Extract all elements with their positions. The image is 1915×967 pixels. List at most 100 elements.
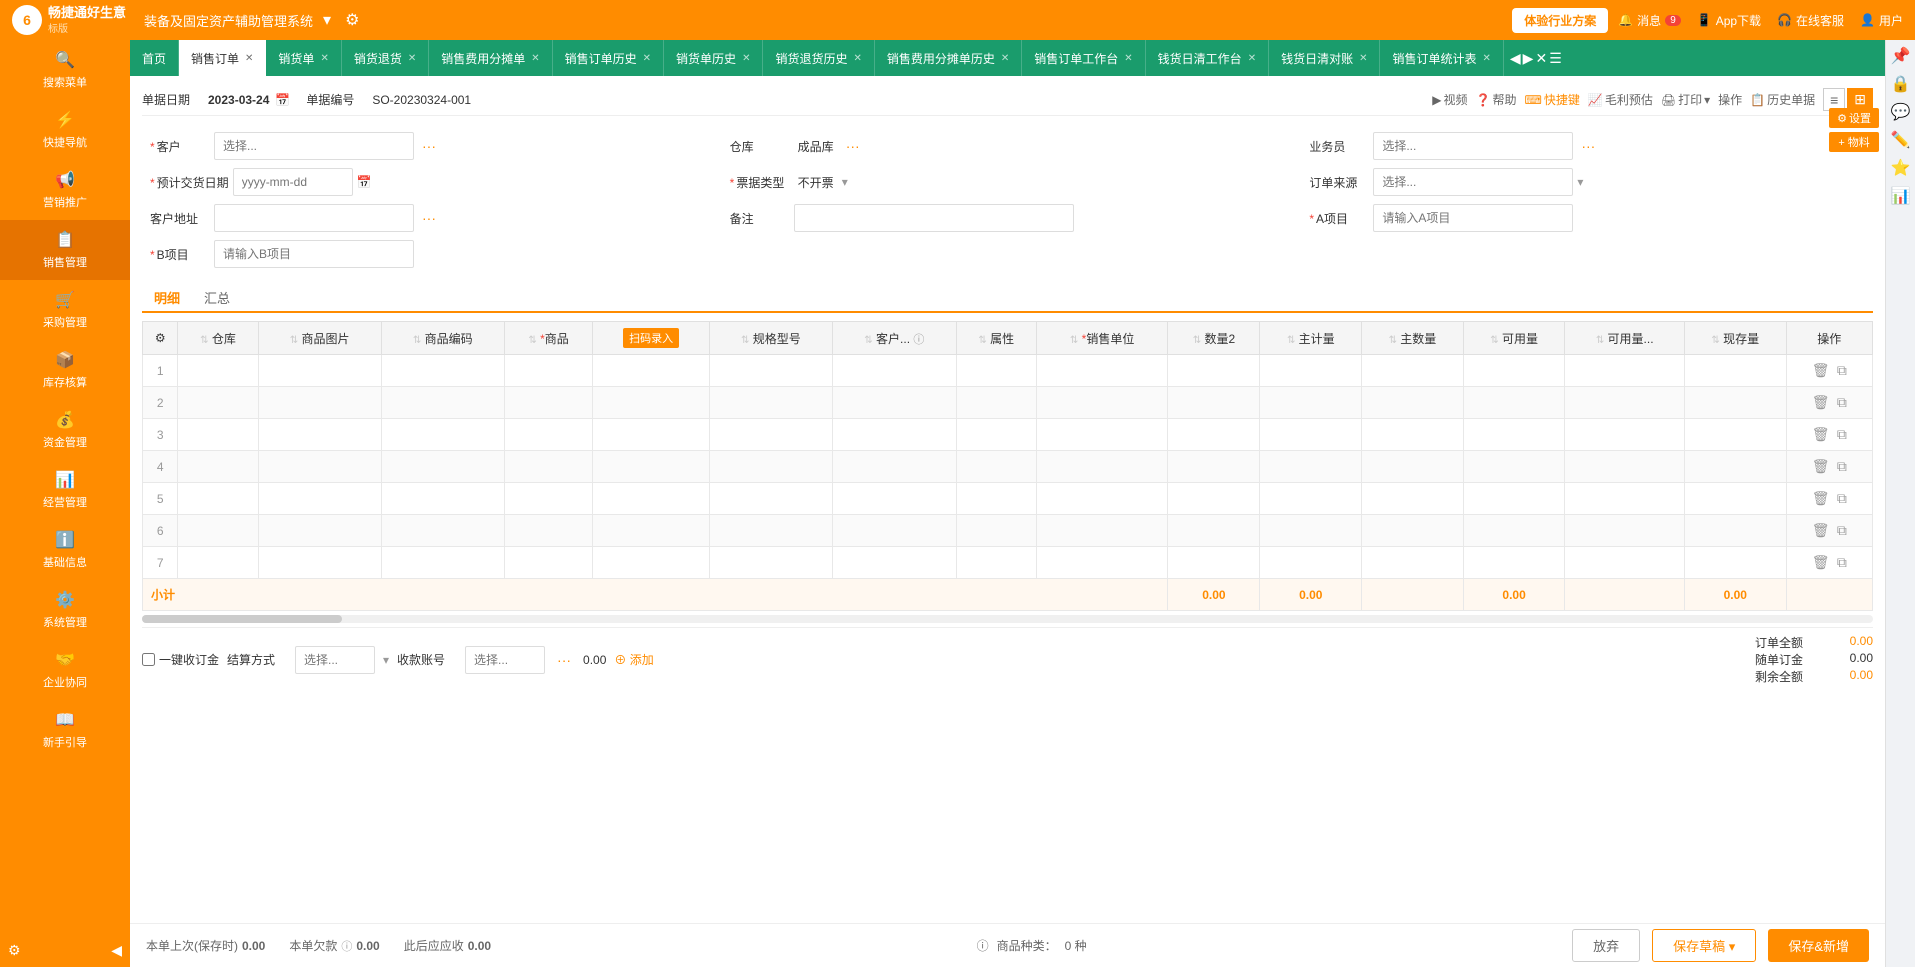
row-delete-button[interactable]: 🗑 <box>1810 424 1832 445</box>
account-input[interactable] <box>465 646 545 674</box>
sidebar-item-6[interactable]: 💰资金管理 <box>0 400 130 460</box>
help-button[interactable]: ❓ 帮助 <box>1476 91 1517 108</box>
tab-close-icon[interactable]: ✕ <box>853 53 861 64</box>
horizontal-scrollbar[interactable] <box>142 615 1873 623</box>
sidebar-item-1[interactable]: ⚡快捷导航 <box>0 100 130 160</box>
sidebar-item-2[interactable]: 📢营销推广 <box>0 160 130 220</box>
nav-tab-7[interactable]: 销货退货历史✕ <box>763 40 874 76</box>
tab-close-icon[interactable]: ✕ <box>245 53 253 64</box>
right-icon-3[interactable]: 💬 <box>1891 102 1911 122</box>
right-icon-6[interactable]: 📊 <box>1891 186 1911 206</box>
nav-tab-2[interactable]: 销货单✕ <box>266 40 341 76</box>
calendar-icon[interactable]: 📅 <box>275 93 290 107</box>
add-button[interactable]: ⊕ 添加 <box>614 651 653 668</box>
sidebar-item-0[interactable]: 🔍搜索菜单 <box>0 40 130 100</box>
sidebar-item-10[interactable]: 🤝企业协同 <box>0 640 130 700</box>
tab-menu-icon[interactable]: ☰ <box>1549 50 1562 67</box>
collapse-icon[interactable]: ◀ <box>111 942 122 959</box>
customer-dots-button[interactable]: ··· <box>418 138 440 154</box>
nav-tab-8[interactable]: 销售费用分摊单历史✕ <box>875 40 1022 76</box>
sidebar-item-4[interactable]: 🛒采购管理 <box>0 280 130 340</box>
nav-tab-0[interactable]: 首页 <box>130 40 179 76</box>
app-download-button[interactable]: 📱 App下载 <box>1697 12 1761 29</box>
scan-button[interactable]: 扫码录入 <box>623 328 679 348</box>
row-delete-button[interactable]: 🗑 <box>1810 392 1832 413</box>
settle-dropdown-icon[interactable]: ▾ <box>383 653 389 667</box>
order-source-input[interactable] <box>1373 168 1573 196</box>
notification-button[interactable]: 🔔 消息 9 <box>1618 12 1681 29</box>
row-copy-button[interactable]: ⧉ <box>1835 520 1849 541</box>
tab-close-all[interactable]: ✕ <box>1535 50 1547 67</box>
sidebar-item-8[interactable]: ℹ️基础信息 <box>0 520 130 580</box>
sidebar-item-3[interactable]: 📋销售管理 <box>0 220 130 280</box>
settings-button[interactable]: ⚙ 设置 <box>1829 108 1879 128</box>
row-delete-button[interactable]: 🗑 <box>1810 488 1832 509</box>
add-material-button[interactable]: + 物料 <box>1829 132 1879 152</box>
tab-close-icon[interactable]: ✕ <box>1248 53 1256 64</box>
print-button[interactable]: 🖨 打印 ▾ <box>1661 91 1710 108</box>
industry-solution-button[interactable]: 体验行业方案 <box>1512 8 1608 33</box>
settle-method-input[interactable] <box>295 646 375 674</box>
tab-close-icon[interactable]: ✕ <box>1483 53 1491 64</box>
tab-close-icon[interactable]: ✕ <box>643 53 651 64</box>
nav-tab-9[interactable]: 销售订单工作台✕ <box>1022 40 1145 76</box>
b-project-input[interactable] <box>214 240 414 268</box>
row-delete-button[interactable]: 🗑 <box>1810 520 1832 541</box>
salesperson-input[interactable] <box>1373 132 1573 160</box>
delivery-date-input[interactable] <box>233 168 353 196</box>
view-video-button[interactable]: ▶ 视频 <box>1432 91 1467 108</box>
save-draft-button[interactable]: 保存草稿 ▾ <box>1652 929 1756 962</box>
account-dots-button[interactable]: ··· <box>553 652 575 668</box>
tab-next-arrow[interactable]: ▶ <box>1523 50 1534 67</box>
row-copy-button[interactable]: ⧉ <box>1835 392 1849 413</box>
right-icon-5[interactable]: ⭐ <box>1891 158 1911 178</box>
scroll-thumb[interactable] <box>142 615 342 623</box>
info-icon[interactable]: ⓘ <box>341 938 352 954</box>
row-delete-button[interactable]: 🗑 <box>1810 360 1832 381</box>
tab-close-icon[interactable]: ✕ <box>1359 53 1367 64</box>
sidebar-item-7[interactable]: 📊经营管理 <box>0 460 130 520</box>
right-icon-4[interactable]: ✏️ <box>1891 130 1911 150</box>
save-draft-dropdown-icon[interactable]: ▾ <box>1729 939 1736 954</box>
tab-detail[interactable]: 明细 <box>142 284 192 313</box>
save-new-button[interactable]: 保存&新增 <box>1768 929 1869 962</box>
discard-button[interactable]: 放弃 <box>1572 929 1640 962</box>
tab-summary[interactable]: 汇总 <box>192 284 242 311</box>
online-service-button[interactable]: 🎧 在线客服 <box>1777 12 1844 29</box>
sidebar-item-5[interactable]: 📦库存核算 <box>0 340 130 400</box>
nav-tab-6[interactable]: 销货单历史✕ <box>664 40 763 76</box>
calendar2-icon[interactable]: 📅 <box>357 175 372 189</box>
customer-input[interactable] <box>214 132 414 160</box>
row-copy-button[interactable]: ⧉ <box>1835 456 1849 477</box>
nav-tab-5[interactable]: 销售订单历史✕ <box>553 40 664 76</box>
nav-tab-10[interactable]: 钱货日清工作台✕ <box>1146 40 1269 76</box>
right-icon-1[interactable]: 📌 <box>1891 46 1911 66</box>
col-settings[interactable]: ⚙ <box>143 322 178 355</box>
ticket-dropdown-icon[interactable]: ▾ <box>842 175 848 189</box>
right-icon-2[interactable]: 🔒 <box>1891 74 1911 94</box>
remark-input[interactable] <box>794 204 1074 232</box>
nav-tab-12[interactable]: 销售订单统计表✕ <box>1380 40 1503 76</box>
tab-close-icon[interactable]: ✕ <box>1124 53 1132 64</box>
tab-close-icon[interactable]: ✕ <box>408 53 416 64</box>
history-button[interactable]: 📋 历史单据 <box>1750 91 1815 108</box>
tab-prev-arrow[interactable]: ◀ <box>1510 50 1521 67</box>
row-delete-button[interactable]: 🗑 <box>1810 456 1832 477</box>
print-dropdown-icon[interactable]: ▾ <box>1704 93 1710 107</box>
nav-tab-4[interactable]: 销售费用分摊单✕ <box>429 40 552 76</box>
tab-close-icon[interactable]: ✕ <box>531 53 539 64</box>
row-delete-button[interactable]: 🗑 <box>1810 552 1832 573</box>
row-copy-button[interactable]: ⧉ <box>1835 424 1849 445</box>
profit-button[interactable]: 📈 毛利预估 <box>1588 91 1653 108</box>
row-copy-button[interactable]: ⧉ <box>1835 552 1849 573</box>
salesperson-dots-button[interactable]: ··· <box>1577 138 1599 154</box>
auto-settle-checkbox[interactable] <box>142 653 155 666</box>
row-copy-button[interactable]: ⧉ <box>1835 488 1849 509</box>
a-project-input[interactable] <box>1373 204 1573 232</box>
sidebar-item-9[interactable]: ⚙️系统管理 <box>0 580 130 640</box>
settings-icon[interactable]: ⚙ <box>8 942 21 959</box>
order-source-dropdown-icon[interactable]: ▾ <box>1577 175 1583 189</box>
user-avatar[interactable]: 👤 用户 <box>1860 12 1903 29</box>
shortcut-button[interactable]: ⌨ 快捷键 <box>1525 91 1580 108</box>
nav-tab-1[interactable]: 销售订单✕ <box>179 40 266 76</box>
